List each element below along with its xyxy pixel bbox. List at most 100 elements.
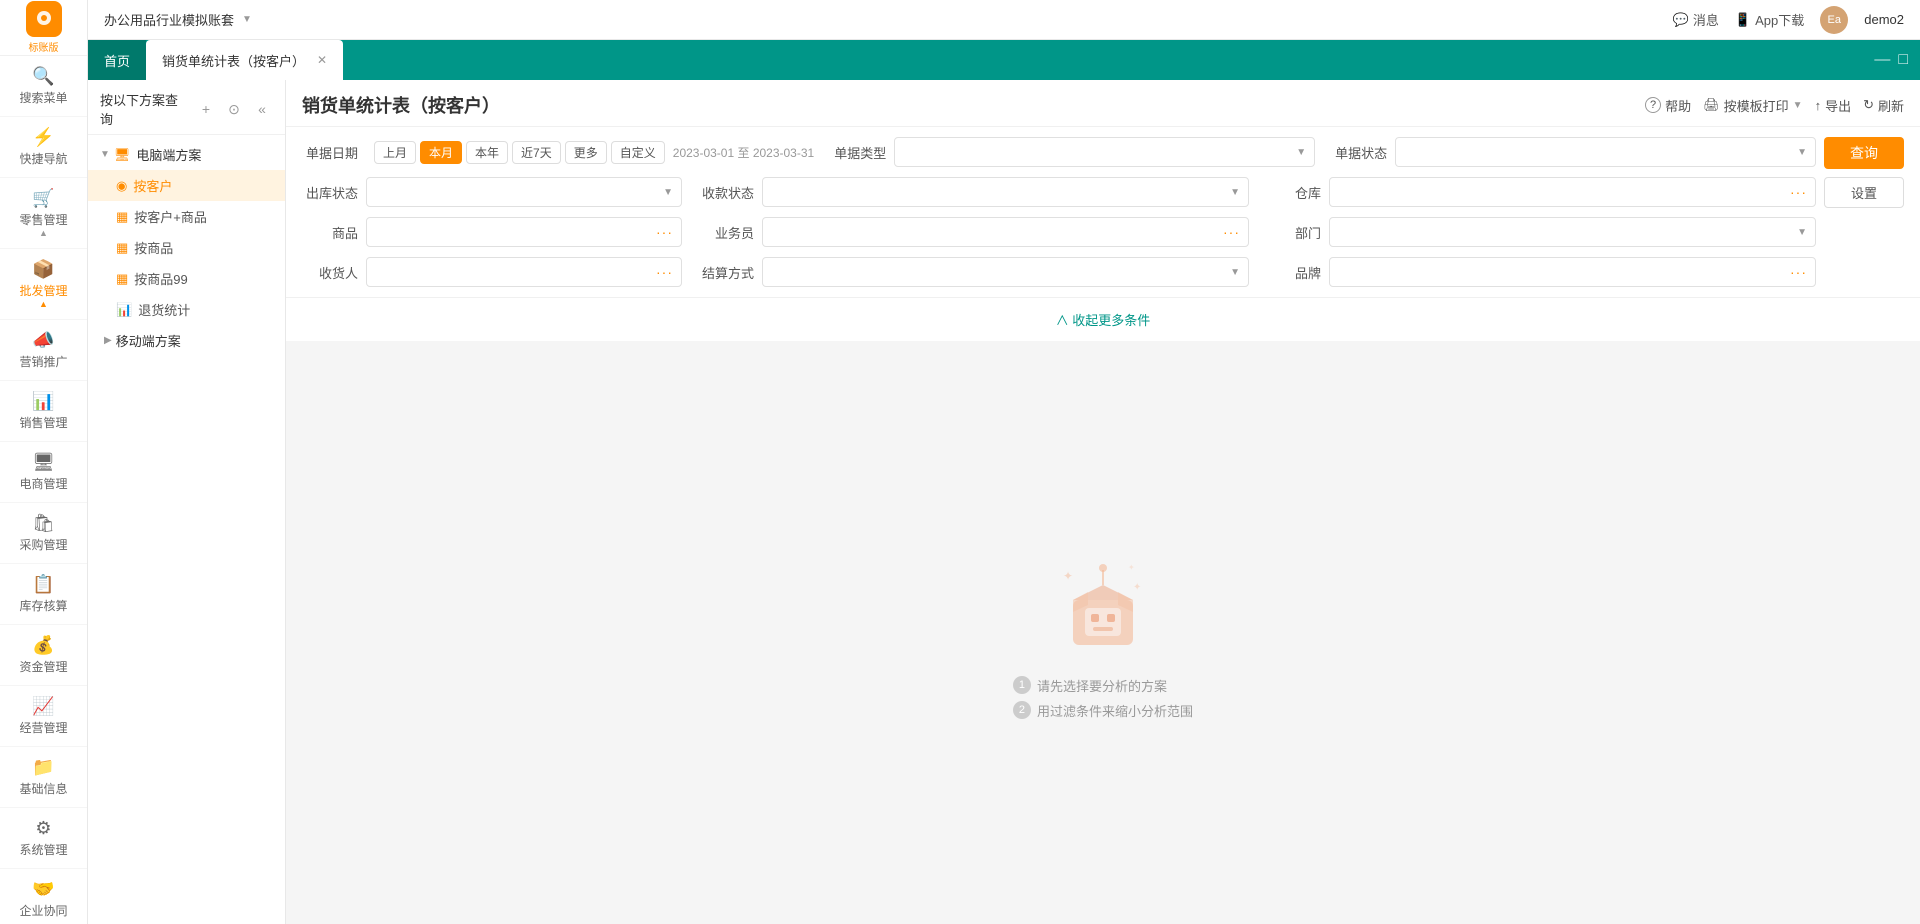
last-month-btn[interactable]: 上月: [374, 141, 416, 164]
ops-icon: 📈: [32, 696, 54, 717]
custom-date-btn[interactable]: 自定义: [611, 141, 665, 164]
filter-grid: 单据日期 上月 本月 本年 近7天 更多 自定义: [302, 137, 1904, 287]
add-scheme-btn[interactable]: +: [195, 98, 217, 120]
refresh-btn[interactable]: ↻ 刷新: [1863, 96, 1904, 115]
tab-sales-stat[interactable]: 销货单统计表（按客户） ✕: [146, 40, 343, 80]
sidebar-item-label-enterprise: 企业协同: [19, 902, 67, 919]
tree-item-customer-goods[interactable]: ▦ 按客户+商品: [88, 201, 285, 232]
filter-item-payment-status: 收款状态 ▼: [698, 177, 1249, 207]
customer-goods-icon: ▦: [116, 209, 128, 225]
payment-method-select[interactable]: ▼: [762, 257, 1249, 287]
brand-select[interactable]: ···: [1329, 257, 1816, 287]
avatar[interactable]: Ea: [1820, 6, 1848, 34]
sidebar-item-sales[interactable]: 📊 销售管理: [0, 381, 87, 442]
query-button[interactable]: 查询: [1824, 137, 1904, 169]
scheme-settings-btn[interactable]: ⊙: [223, 98, 245, 120]
tab-home[interactable]: 首页: [88, 40, 146, 80]
tab-close-icon[interactable]: ✕: [317, 53, 327, 67]
sidebar-item-system[interactable]: ⚙ 系统管理: [0, 808, 87, 869]
sidebar-item-enterprise[interactable]: 🤝 企业协同: [0, 869, 87, 924]
mobile-group-arrow-icon: ▶: [104, 335, 112, 346]
filter-inner: 单据日期 上月 本月 本年 近7天 更多 自定义: [286, 127, 1920, 297]
tree-item-goods-99[interactable]: ▦ 按商品99: [88, 263, 285, 294]
sidebar-item-purchase[interactable]: 🛍 采购管理: [0, 503, 87, 564]
hint-num-1: 1: [1013, 676, 1031, 694]
app-logo: 标账版: [0, 0, 87, 56]
collapse-panel-btn[interactable]: «: [251, 98, 273, 120]
empty-robot-svg: ✦ ✦ ✦: [1043, 540, 1163, 660]
template-print-label: 按模板打印: [1724, 96, 1789, 115]
settings-button[interactable]: 设置: [1824, 177, 1904, 208]
date-filter-label: 单据日期: [302, 143, 358, 162]
export-btn[interactable]: ↑ 导出: [1815, 96, 1852, 115]
sidebar-item-search-menu[interactable]: 🔍 搜索菜单: [0, 56, 87, 117]
payment-status-arrow-icon: ▼: [1230, 187, 1240, 198]
header-left: 办公用品行业模拟账套 ▼: [104, 10, 252, 29]
sidebar-item-label-system: 系统管理: [19, 841, 67, 858]
left-panel: 按以下方案查询 + ⊙ « ▼ 🖥 电脑端方案: [88, 80, 286, 924]
sidebar-item-finance[interactable]: 💰 资金管理: [0, 625, 87, 686]
message-label: 消息: [1693, 10, 1719, 29]
industry-dropdown-arrow[interactable]: ▼: [242, 14, 252, 25]
filter-item-receiver: 收货人 ···: [302, 257, 682, 287]
collapse-bar: ∧ 收起更多条件: [286, 297, 1920, 341]
window-minimize-icon[interactable]: —: [1874, 51, 1890, 69]
receiver-select[interactable]: ···: [366, 257, 682, 287]
tab-window-controls: — □: [1874, 51, 1920, 69]
filter-section: 单据日期 上月 本月 本年 近7天 更多 自定义: [286, 127, 1920, 341]
help-btn[interactable]: ? 帮助: [1645, 96, 1691, 115]
sidebar-item-inventory[interactable]: 📋 库存核算: [0, 564, 87, 625]
sidebar-item-ops[interactable]: 📈 经营管理: [0, 686, 87, 747]
system-icon: ⚙: [35, 818, 51, 839]
filter-item-brand: 品牌 ···: [1265, 257, 1816, 287]
warehouse-more-icon: ···: [1790, 184, 1807, 200]
goods-select[interactable]: ···: [366, 217, 682, 247]
message-icon: 💬: [1673, 12, 1689, 28]
sidebar-item-retail[interactable]: 🛒 零售管理 ▲: [0, 178, 87, 249]
department-select[interactable]: ▼: [1329, 217, 1816, 247]
purchase-icon: 🛍: [32, 513, 55, 534]
tree-group-mobile-header[interactable]: ▶ 移动端方案: [88, 325, 285, 356]
app-download-icon: 📱: [1735, 12, 1751, 28]
window-maximize-icon[interactable]: □: [1898, 51, 1908, 69]
more-date-btn[interactable]: 更多: [565, 141, 607, 164]
empty-hints: 1 请先选择要分析的方案 2 用过滤条件来缩小分析范围: [1013, 676, 1193, 726]
ship-status-select[interactable]: ▼: [366, 177, 682, 207]
order-type-label: 单据类型: [830, 143, 886, 162]
sidebar-item-marketing[interactable]: 📣 营销推广: [0, 320, 87, 381]
sales-icon: 📊: [32, 391, 54, 412]
filter-btn-group: 查询 设置: [1816, 137, 1904, 208]
sidebar-item-ecom[interactable]: 🖥 电商管理: [0, 442, 87, 503]
template-print-btn[interactable]: 🖨 按模板打印 ▼: [1703, 96, 1802, 115]
collapse-conditions-btn[interactable]: ∧ 收起更多条件: [1040, 306, 1167, 333]
enterprise-icon: 🤝: [32, 879, 54, 900]
filter-row-4: 收货人 ··· 结算方式: [302, 257, 1816, 287]
sidebar-item-label-wholesale: 批发管理: [19, 282, 67, 299]
salesperson-select[interactable]: ···: [762, 217, 1249, 247]
marketing-icon: 📣: [32, 330, 54, 351]
search-menu-icon: 🔍: [32, 66, 54, 87]
warehouse-select[interactable]: ···: [1329, 177, 1816, 207]
payment-status-select[interactable]: ▼: [762, 177, 1249, 207]
sidebar-item-basic[interactable]: 📁 基础信息: [0, 747, 87, 808]
tree-group-pc-header[interactable]: ▼ 🖥 电脑端方案: [88, 139, 285, 170]
order-type-select[interactable]: ▼: [894, 137, 1315, 167]
this-year-btn[interactable]: 本年: [466, 141, 508, 164]
last-7-days-btn[interactable]: 近7天: [512, 141, 561, 164]
tree-item-by-customer[interactable]: ◉ 按客户: [88, 170, 285, 201]
sidebar-item-label-ecom: 电商管理: [19, 475, 67, 492]
tree-item-return-stat[interactable]: 📊 退货统计: [88, 294, 285, 325]
tree-item-by-goods[interactable]: ▦ 按商品: [88, 232, 285, 263]
collapse-icon: «: [258, 101, 266, 117]
date-quick-buttons: 上月 本月 本年 近7天 更多 自定义: [374, 141, 665, 164]
app-download-btn[interactable]: 📱 App下载: [1735, 10, 1804, 29]
this-month-btn[interactable]: 本月: [420, 141, 462, 164]
collapse-label: ∧ 收起更多条件: [1056, 310, 1151, 329]
sidebar-item-wholesale[interactable]: 📦 批发管理 ▲: [0, 249, 87, 320]
hint-text-2: 用过滤条件来缩小分析范围: [1037, 701, 1193, 720]
message-btn[interactable]: 💬 消息: [1673, 10, 1719, 29]
retail-arrow-icon: ▲: [39, 228, 48, 238]
sidebar-item-quick-nav[interactable]: ⚡ 快捷导航: [0, 117, 87, 178]
order-status-select[interactable]: ▼: [1395, 137, 1816, 167]
add-icon: +: [202, 101, 210, 117]
